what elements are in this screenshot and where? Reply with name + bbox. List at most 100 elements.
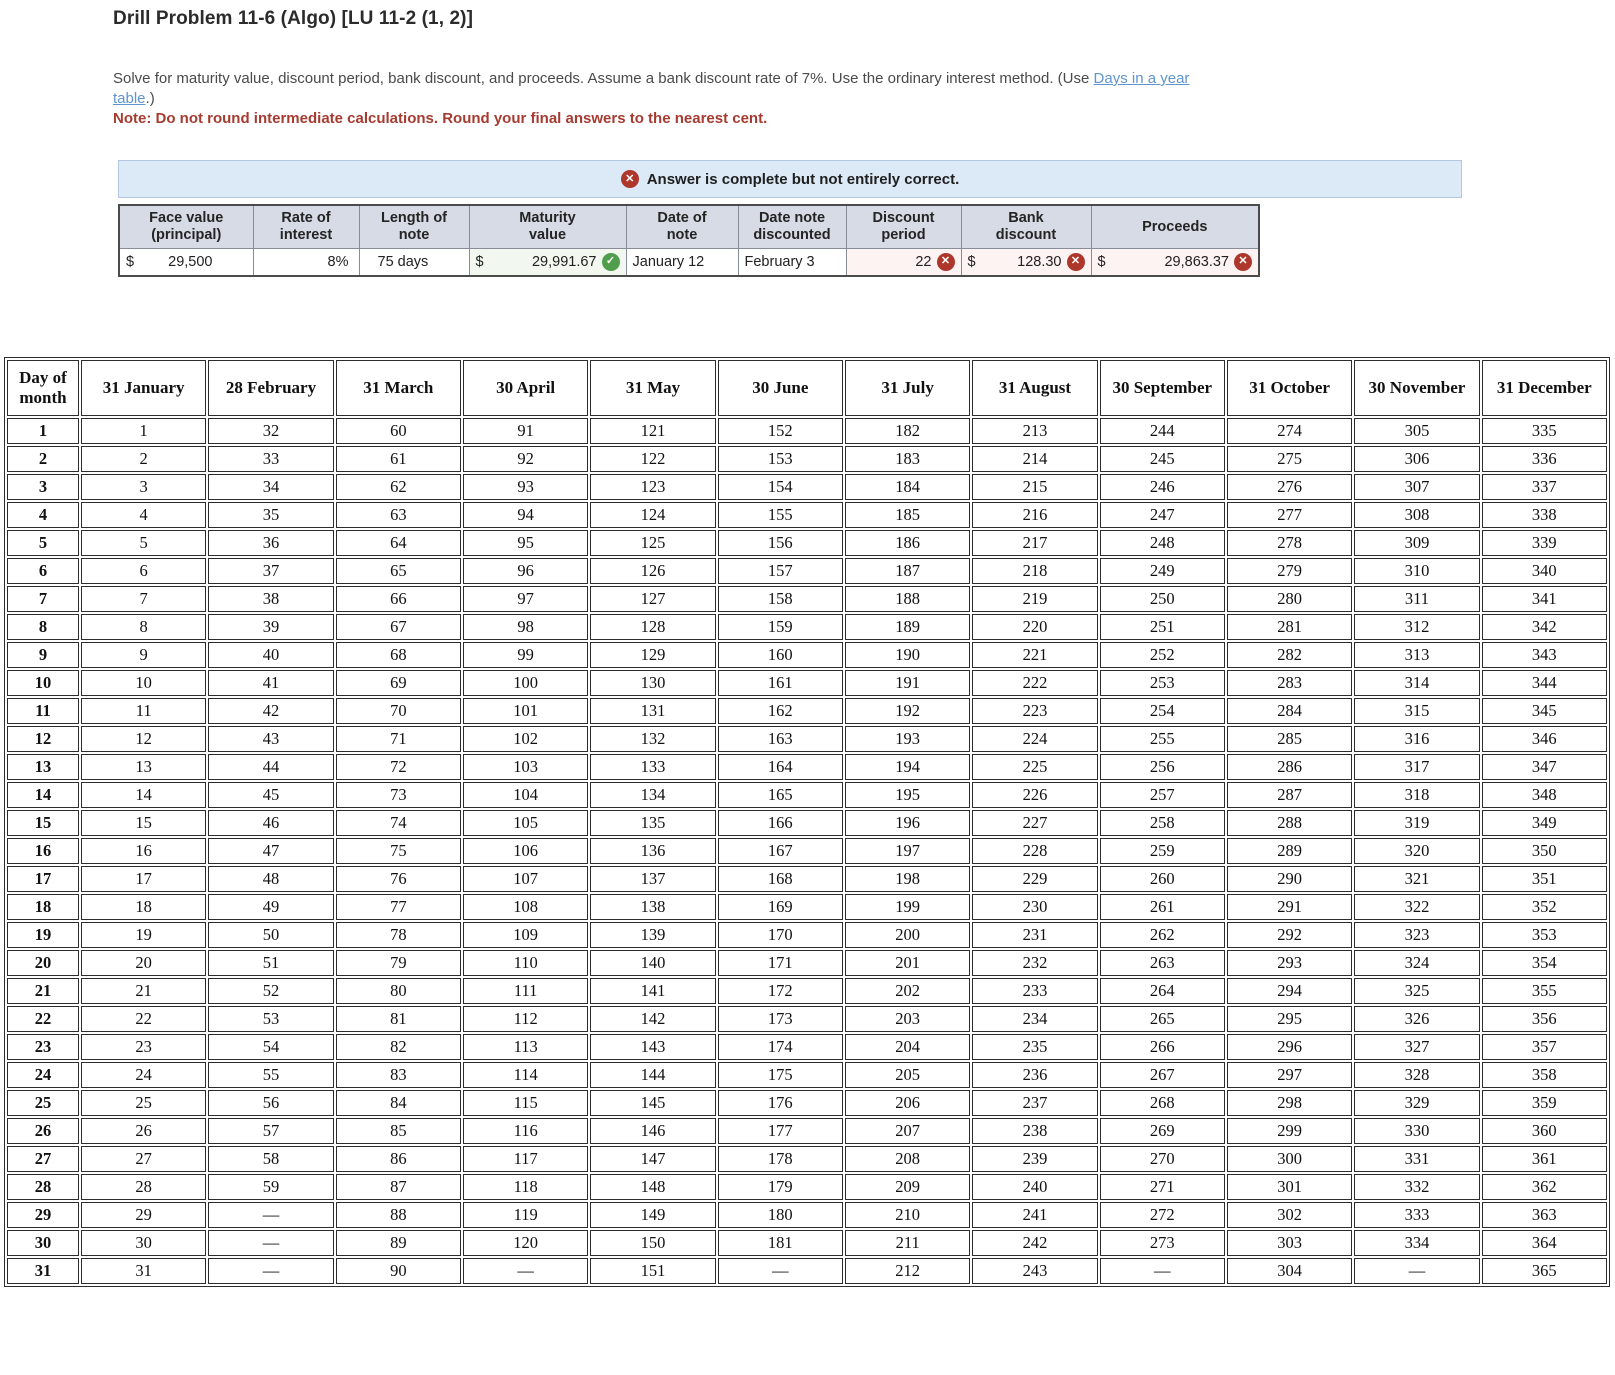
day-number-cell: 159 (717, 613, 843, 640)
day-number-cell: 193 (844, 725, 971, 752)
day-number-cell: 109 (462, 921, 589, 948)
day-number-cell: 152 (717, 417, 843, 444)
maturity-value-input[interactable]: $ 29,991.67 ✓ (468, 248, 627, 276)
day-number-cell: 174 (717, 1033, 843, 1060)
bank-discount-input[interactable]: $ 128.30 ✕ (960, 248, 1092, 276)
day-number-cell: 144 (590, 1061, 716, 1088)
day-number-cell: 141 (590, 977, 716, 1004)
day-number-cell: 61 (335, 445, 461, 472)
day-number-cell: 260 (1099, 865, 1225, 892)
day-number-cell: 43 (208, 725, 334, 752)
day-number-cell: 247 (1099, 501, 1225, 528)
day-number-cell: 222 (972, 669, 1098, 696)
day-number-cell: 261 (1099, 893, 1225, 920)
maturity-value: 29,991.67 (531, 253, 597, 270)
day-number-cell: 71 (335, 725, 461, 752)
header-proceeds: Proceeds (1090, 204, 1260, 249)
day-number-cell: 190 (844, 641, 971, 668)
day-number-cell: 325 (1354, 977, 1480, 1004)
day-number-cell: 113 (462, 1033, 589, 1060)
day-number-cell: 179 (717, 1173, 843, 1200)
day-number-cell: 80 (335, 977, 461, 1004)
day-number-cell: 140 (590, 949, 716, 976)
day-number-cell: 284 (1226, 697, 1353, 724)
day-table-row: 22 22 53 81 112 142 173 203 234 265 295 326 356 (7, 1005, 1607, 1032)
day-number-cell: 36 (208, 529, 334, 556)
day-number-cell: 243 (972, 1257, 1098, 1284)
day-number-cell: 287 (1226, 781, 1353, 808)
day-number-cell: 337 (1481, 473, 1607, 500)
answer-table-value-row: $ 29,500 8% 75 days $ 29,991.67 ✓ Januar… (118, 248, 1260, 276)
day-number-cell: 95 (462, 529, 589, 556)
day-number-cell: 344 (1481, 669, 1607, 696)
day-number-cell: 217 (972, 529, 1098, 556)
day-number-cell: 98 (462, 613, 589, 640)
day-number-cell: 290 (1226, 865, 1353, 892)
proceeds-input[interactable]: $ 29,863.37 ✕ (1090, 248, 1260, 276)
day-number-cell: 196 (844, 809, 971, 836)
date-of-note: January 12 (632, 253, 705, 270)
day-number-cell: 2 (81, 445, 207, 472)
day-number-cell: 211 (844, 1229, 971, 1256)
day-number-cell: 63 (335, 501, 461, 528)
day-number-cell: 165 (717, 781, 843, 808)
day-number-cell: 342 (1481, 613, 1607, 640)
day-of-month-cell: 28 (7, 1173, 79, 1200)
day-number-cell: 73 (335, 781, 461, 808)
day-number-cell: 313 (1354, 641, 1480, 668)
day-table-row: 23 23 54 82 113 143 174 204 235 266 296 327 357 (7, 1033, 1607, 1060)
day-number-cell: 138 (590, 893, 716, 920)
day-number-cell: 286 (1226, 753, 1353, 780)
proceeds: 29,863.37 (1164, 253, 1229, 270)
day-number-cell: 315 (1354, 697, 1480, 724)
rate-of-interest: 8% (327, 253, 349, 270)
day-number-cell: 151 (590, 1257, 716, 1284)
day-number-cell: 101 (462, 697, 589, 724)
day-number-cell: 58 (208, 1145, 334, 1172)
day-number-cell: 223 (972, 697, 1098, 724)
day-table-row: 10 10 41 69 100 130 161 191 222 253 283 314 344 (7, 669, 1607, 696)
day-number-cell: 187 (844, 557, 971, 584)
day-number-cell: 356 (1481, 1005, 1607, 1032)
day-number-cell: 164 (717, 753, 843, 780)
day-number-cell: — (1099, 1257, 1225, 1284)
header-bank-discount: Bank discount (960, 204, 1092, 249)
day-number-cell: 17 (81, 865, 207, 892)
day-number-cell: 266 (1099, 1033, 1225, 1060)
correct-check-icon: ✓ (601, 252, 620, 271)
day-number-cell: 104 (462, 781, 589, 808)
day-number-cell: 1 (81, 417, 207, 444)
day-table-row: 28 28 59 87 118 148 179 209 240 271 301 332 362 (7, 1173, 1607, 1200)
day-number-cell: 86 (335, 1145, 461, 1172)
day-number-cell: 348 (1481, 781, 1607, 808)
day-number-cell: 227 (972, 809, 1098, 836)
day-number-cell: 155 (717, 501, 843, 528)
day-number-cell: 139 (590, 921, 716, 948)
day-number-cell: 177 (717, 1117, 843, 1144)
day-number-cell: 322 (1354, 893, 1480, 920)
day-number-cell: 321 (1354, 865, 1480, 892)
day-number-cell: 60 (335, 417, 461, 444)
month-header: 31 January (81, 359, 207, 416)
day-number-cell: 206 (844, 1089, 971, 1116)
day-number-cell: 338 (1481, 501, 1607, 528)
day-number-cell: 148 (590, 1173, 716, 1200)
day-number-cell: 277 (1226, 501, 1353, 528)
day-table-row: 27 27 58 86 117 147 178 208 239 270 300 331 361 (7, 1145, 1607, 1172)
discount-period-input[interactable]: 22 ✕ (845, 248, 962, 276)
day-of-month-cell: 18 (7, 893, 79, 920)
day-number-cell: 102 (462, 725, 589, 752)
day-number-cell: 40 (208, 641, 334, 668)
day-number-cell: 120 (462, 1229, 589, 1256)
day-number-cell: 292 (1226, 921, 1353, 948)
day-number-cell: 181 (717, 1229, 843, 1256)
day-number-cell: 125 (590, 529, 716, 556)
day-number-cell: 199 (844, 893, 971, 920)
day-table-row: 30 30—89 120 150 181 211 242 273 303 334 364 (7, 1229, 1607, 1256)
face-value: 29,500 (168, 253, 213, 270)
day-number-cell: 245 (1099, 445, 1225, 472)
day-number-cell: 216 (972, 501, 1098, 528)
day-of-month-cell: 17 (7, 865, 79, 892)
day-number-cell: 119 (462, 1201, 589, 1228)
day-number-cell: 103 (462, 753, 589, 780)
